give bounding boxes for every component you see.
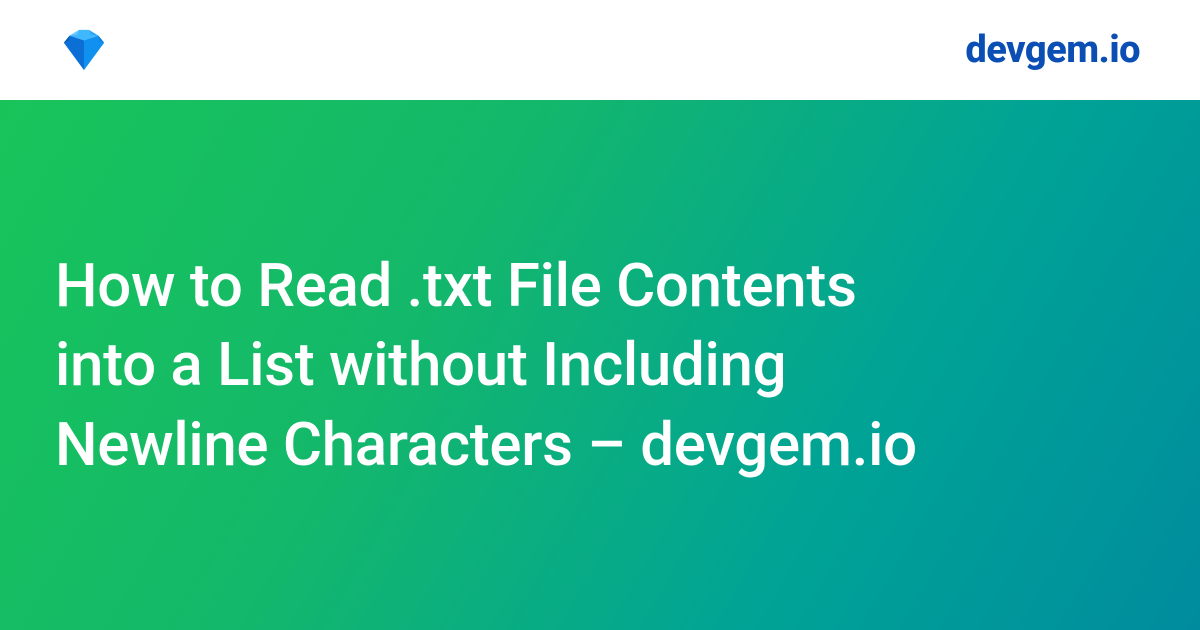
page-title: How to Read .txt File Contents into a Li… bbox=[55, 246, 935, 484]
hero-section: How to Read .txt File Contents into a Li… bbox=[0, 100, 1200, 630]
gem-icon bbox=[60, 26, 108, 74]
brand-name: devgem.io bbox=[965, 28, 1140, 72]
header-bar: devgem.io bbox=[0, 0, 1200, 100]
